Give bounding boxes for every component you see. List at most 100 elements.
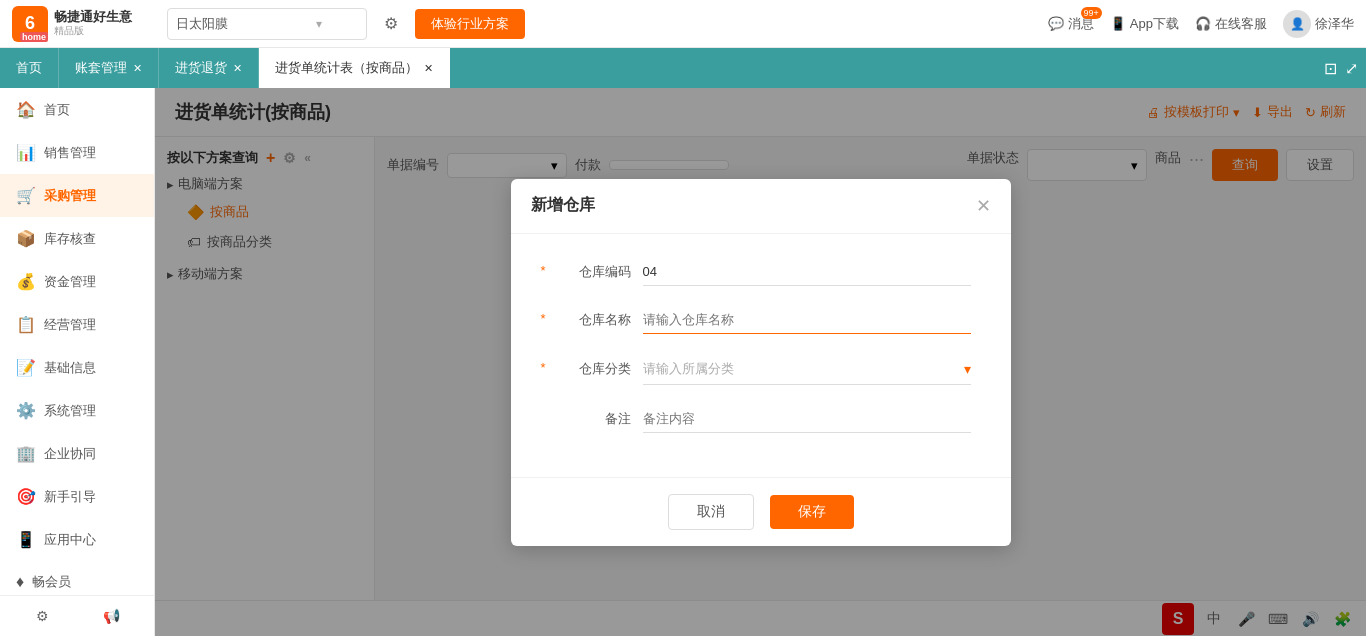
main-layout: 🏠 首页 📊 销售管理 🛒 采购管理 📦 库存核查 💰 资金管理 📋 经营管理 … xyxy=(0,88,1366,636)
message-item[interactable]: 💬 消息 99+ xyxy=(1048,15,1094,33)
tab-purchase-stats[interactable]: 进货单统计表（按商品） ✕ xyxy=(259,48,450,88)
purchase-icon: 🛒 xyxy=(16,186,36,205)
sidebar: 🏠 首页 📊 销售管理 🛒 采购管理 📦 库存核查 💰 资金管理 📋 经营管理 … xyxy=(0,88,155,636)
sidebar-item-home[interactable]: 🏠 首页 xyxy=(0,88,154,131)
tab-purchase-return-close[interactable]: ✕ xyxy=(233,62,242,75)
warehouse-category-placeholder: 请输入所属分类 xyxy=(643,360,734,378)
trial-button[interactable]: 体验行业方案 xyxy=(415,9,525,39)
warehouse-name-input[interactable] xyxy=(643,306,971,334)
tab-expand-icon[interactable]: ⤢ xyxy=(1345,59,1358,78)
sidebar-item-finance[interactable]: 💰 资金管理 xyxy=(0,260,154,303)
warehouse-remark-input[interactable] xyxy=(643,405,971,433)
sales-icon: 📊 xyxy=(16,143,36,162)
sidebar-item-enterprise[interactable]: 🏢 企业协同 xyxy=(0,432,154,475)
sidebar-member-label: 畅会员 xyxy=(32,573,71,591)
enterprise-icon: 🏢 xyxy=(16,444,36,463)
user-profile-item[interactable]: 👤 徐泽华 xyxy=(1283,10,1354,38)
tab-home[interactable]: 首页 xyxy=(0,48,59,88)
sidebar-item-sales[interactable]: 📊 销售管理 xyxy=(0,131,154,174)
home-icon: 🏠 xyxy=(16,100,36,119)
sidebar-apps-label: 应用中心 xyxy=(44,531,96,549)
sidebar-item-apps[interactable]: 📱 应用中心 xyxy=(0,518,154,561)
logo-text-area: 畅捷通好生意 精品版 xyxy=(54,9,132,39)
sidebar-item-inventory[interactable]: 📦 库存核查 xyxy=(0,217,154,260)
sidebar-sales-label: 销售管理 xyxy=(44,144,96,162)
warehouse-category-row: 仓库分类 请输入所属分类 ▾ xyxy=(551,354,971,385)
tab-bar-right: ⊡ ⤢ xyxy=(1316,48,1366,88)
tab-restore-icon[interactable]: ⊡ xyxy=(1324,59,1337,78)
sidebar-inventory-label: 库存核查 xyxy=(44,230,96,248)
logo-icon: 6 home xyxy=(12,6,48,42)
system-icon: ⚙️ xyxy=(16,401,36,420)
tab-account-close[interactable]: ✕ xyxy=(133,62,142,75)
modal-overlay: 新增仓库 ✕ 仓库编码 仓库名称 仓库分类 请输入 xyxy=(155,88,1366,636)
sidebar-item-operation[interactable]: 📋 经营管理 xyxy=(0,303,154,346)
sidebar-system-label: 系统管理 xyxy=(44,402,96,420)
online-service-label: 在线客服 xyxy=(1215,15,1267,33)
tab-purchase-return-label: 进货退货 xyxy=(175,59,227,77)
speaker-icon[interactable]: 📢 xyxy=(100,604,124,628)
search-dropdown-icon[interactable]: ▾ xyxy=(316,17,322,31)
username-label: 徐泽华 xyxy=(1315,15,1354,33)
sidebar-item-purchase[interactable]: 🛒 采购管理 xyxy=(0,174,154,217)
header-right-area: 💬 消息 99+ 📱 App下载 🎧 在线客服 👤 徐泽华 xyxy=(1048,10,1354,38)
operation-icon: 📋 xyxy=(16,315,36,334)
warehouse-category-label: 仓库分类 xyxy=(551,360,631,378)
tab-account-label: 账套管理 xyxy=(75,59,127,77)
content-area: 进货单统计(按商品) 🖨 按模板打印 ▾ ⬇ 导出 ↻ 刷新 xyxy=(155,88,1366,636)
tab-purchase-return[interactable]: 进货退货 ✕ xyxy=(159,48,259,88)
newbie-icon: 🎯 xyxy=(16,487,36,506)
headset-icon: 🎧 xyxy=(1195,16,1211,31)
cancel-button[interactable]: 取消 xyxy=(668,494,754,530)
sidebar-basic-label: 基础信息 xyxy=(44,359,96,377)
settings-bottom-icon[interactable]: ⚙ xyxy=(31,604,55,628)
modal-footer: 取消 保存 xyxy=(511,477,1011,546)
modal-close-button[interactable]: ✕ xyxy=(976,195,991,217)
tab-home-label: 首页 xyxy=(16,59,42,77)
apps-icon: 📱 xyxy=(16,530,36,549)
sidebar-enterprise-label: 企业协同 xyxy=(44,445,96,463)
search-input[interactable] xyxy=(176,16,316,31)
logo-sub-text: 精品版 xyxy=(54,24,132,38)
warehouse-category-select[interactable]: 请输入所属分类 ▾ xyxy=(643,354,971,385)
sidebar-finance-label: 资金管理 xyxy=(44,273,96,291)
sidebar-bottom: ⚙ 📢 xyxy=(0,595,154,636)
tab-purchase-stats-close[interactable]: ✕ xyxy=(424,62,433,75)
warehouse-code-row: 仓库编码 xyxy=(551,258,971,286)
modal-body: 仓库编码 仓库名称 仓库分类 请输入所属分类 ▾ xyxy=(511,234,1011,477)
logo-badge: home xyxy=(20,32,48,42)
tab-account[interactable]: 账套管理 ✕ xyxy=(59,48,159,88)
top-header: 6 home 畅捷通好生意 精品版 ▾ ⚙ 体验行业方案 💬 消息 99+ 📱 … xyxy=(0,0,1366,48)
sidebar-purchase-label: 采购管理 xyxy=(44,187,96,205)
online-service-item[interactable]: 🎧 在线客服 xyxy=(1195,15,1267,33)
basic-info-icon: 📝 xyxy=(16,358,36,377)
logo-main-text: 畅捷通好生意 xyxy=(54,9,132,25)
app-download-label: App下载 xyxy=(1130,15,1179,33)
sidebar-item-system[interactable]: ⚙️ 系统管理 xyxy=(0,389,154,432)
warehouse-remark-row: 备注 xyxy=(551,405,971,433)
member-icon: ♦ xyxy=(16,573,24,591)
mobile-icon: 📱 xyxy=(1110,16,1126,31)
tab-purchase-stats-label: 进货单统计表（按商品） xyxy=(275,59,418,77)
avatar: 👤 xyxy=(1283,10,1311,38)
finance-icon: 💰 xyxy=(16,272,36,291)
tab-bar: 首页 账套管理 ✕ 进货退货 ✕ 进货单统计表（按商品） ✕ ⊡ ⤢ xyxy=(0,48,1366,88)
warehouse-name-label: 仓库名称 xyxy=(551,311,631,329)
warehouse-name-row: 仓库名称 xyxy=(551,306,971,334)
settings-gear-icon[interactable]: ⚙ xyxy=(375,8,407,40)
inventory-icon: 📦 xyxy=(16,229,36,248)
modal-title: 新增仓库 xyxy=(531,195,595,216)
warehouse-remark-label: 备注 xyxy=(551,410,631,428)
category-dropdown-icon: ▾ xyxy=(964,361,971,377)
logo-area: 6 home 畅捷通好生意 精品版 xyxy=(12,6,167,42)
app-download-item[interactable]: 📱 App下载 xyxy=(1110,15,1179,33)
sidebar-item-newbie[interactable]: 🎯 新手引导 xyxy=(0,475,154,518)
save-button[interactable]: 保存 xyxy=(770,495,854,529)
header-search-box[interactable]: ▾ xyxy=(167,8,367,40)
sidebar-item-basic[interactable]: 📝 基础信息 xyxy=(0,346,154,389)
modal-header: 新增仓库 ✕ xyxy=(511,179,1011,234)
warehouse-code-input[interactable] xyxy=(643,258,971,286)
sidebar-newbie-label: 新手引导 xyxy=(44,488,96,506)
sidebar-operation-label: 经营管理 xyxy=(44,316,96,334)
message-badge: 99+ xyxy=(1081,7,1102,19)
